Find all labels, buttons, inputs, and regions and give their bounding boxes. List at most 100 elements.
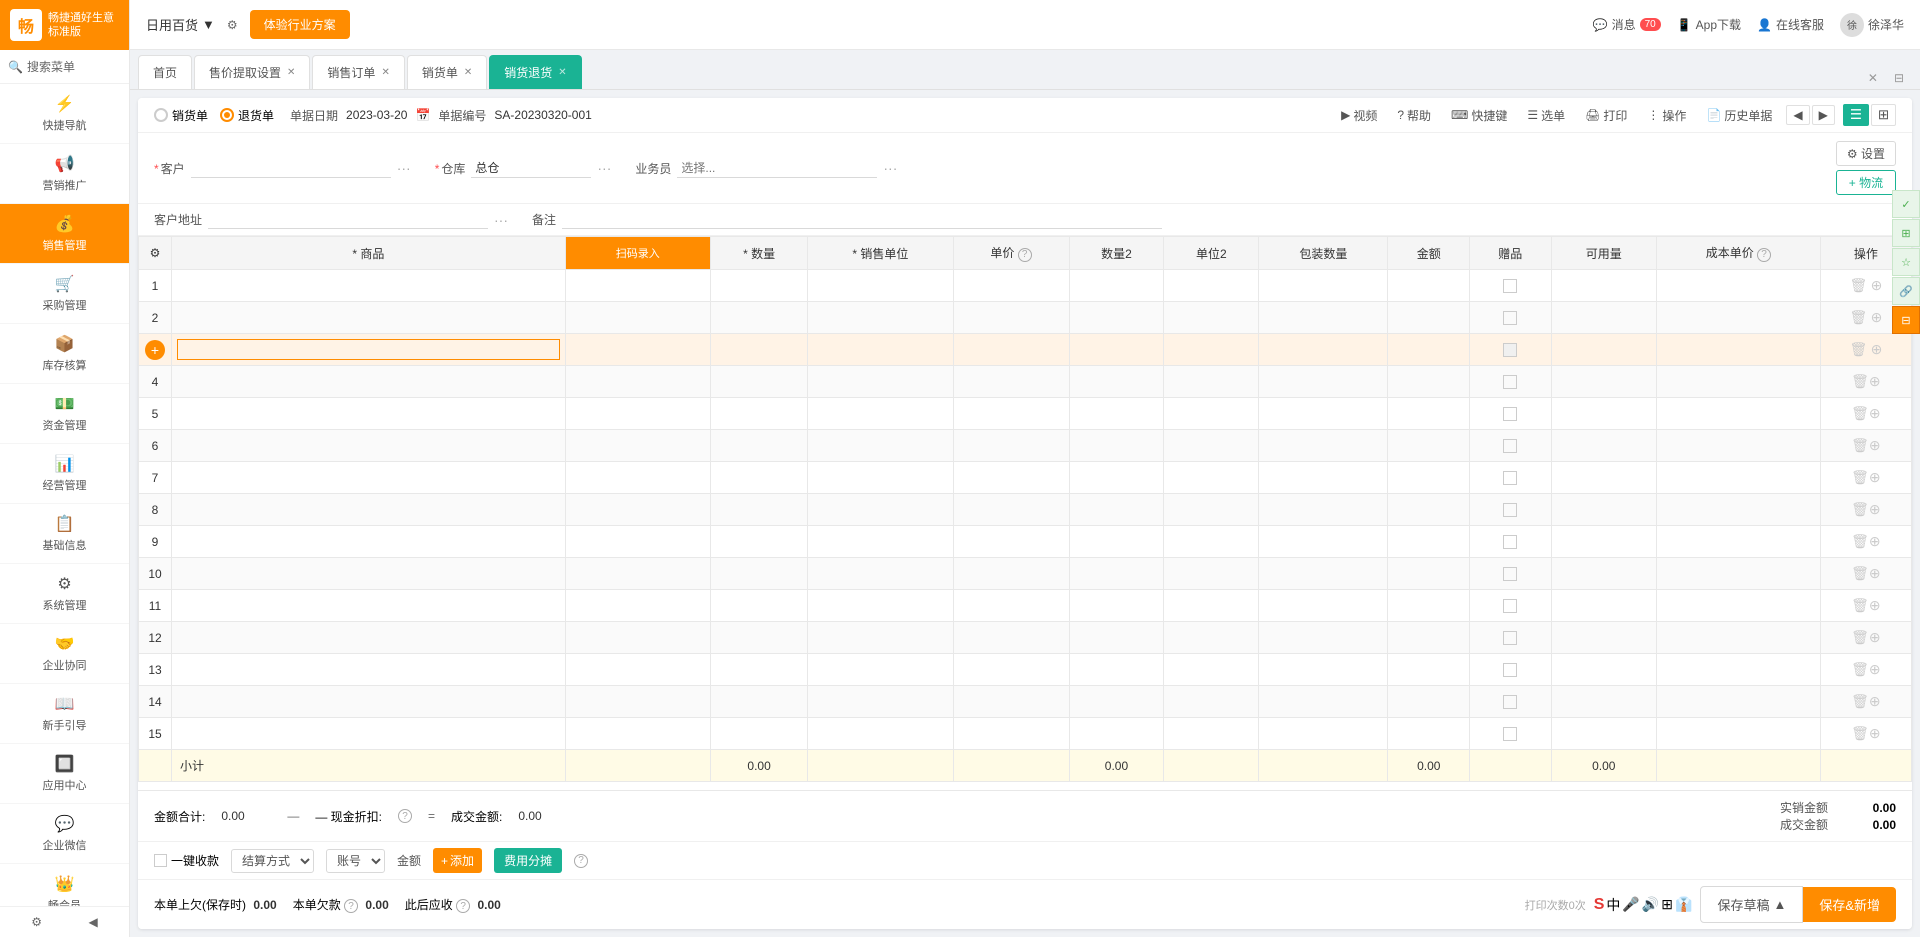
help-btn[interactable]: ? 帮助	[1391, 105, 1437, 126]
select-btn[interactable]: ☰ 选单	[1521, 105, 1571, 126]
gift-checkbox[interactable]	[1503, 567, 1517, 581]
tab-sales-order[interactable]: 销售订单 ✕	[312, 55, 404, 89]
copy-icon[interactable]: ⊕	[1869, 501, 1881, 517]
th-scan[interactable]: 扫码录入	[565, 237, 710, 270]
customer-picker-icon[interactable]: ···	[397, 160, 411, 176]
copy-icon[interactable]: ⊕	[1869, 469, 1881, 485]
unit2-cell[interactable]	[1164, 302, 1259, 334]
tab-expand-icon[interactable]: ⊟	[1886, 67, 1912, 89]
action-btn[interactable]: ⋮ 操作	[1641, 105, 1692, 126]
tab-price-setting[interactable]: 售价提取设置 ✕	[194, 55, 310, 89]
right-float-btn-4[interactable]: 🔗	[1892, 277, 1920, 305]
copy-icon[interactable]: ⊕	[1869, 693, 1881, 709]
next-btn[interactable]: ▶	[1812, 105, 1835, 125]
amount-cell[interactable]	[1388, 334, 1470, 366]
delete-icon[interactable]: 🗑	[1851, 629, 1869, 645]
gift-cell[interactable]	[1470, 270, 1552, 302]
copy-icon[interactable]: ⊕	[1869, 373, 1881, 389]
gift-checkbox[interactable]	[1503, 503, 1517, 517]
price-cell[interactable]	[953, 334, 1069, 366]
save-draft-button[interactable]: 保存草稿 ▲	[1700, 886, 1803, 923]
product-cell[interactable]	[172, 366, 566, 398]
sidebar-item-member[interactable]: 👑 畅会员	[0, 864, 129, 906]
right-float-btn-1[interactable]: ✓	[1892, 190, 1920, 218]
radio-sales-delivery[interactable]: 销货单	[154, 107, 208, 124]
gift-checkbox[interactable]	[1503, 599, 1517, 613]
sidebar-item-enterprise[interactable]: 🤝 企业协同	[0, 624, 129, 684]
delete-icon[interactable]: 🗑	[1849, 341, 1867, 357]
pack-qty-cell[interactable]	[1259, 270, 1388, 302]
unit2-cell[interactable]	[1164, 270, 1259, 302]
qty2-cell[interactable]	[1069, 302, 1164, 334]
unit-cell[interactable]	[808, 302, 953, 334]
delete-icon[interactable]: 🗑	[1849, 309, 1867, 325]
settings-icon[interactable]: ⚙	[31, 915, 42, 929]
account-select[interactable]: 账号	[326, 849, 385, 873]
tab-home[interactable]: 首页	[138, 55, 192, 89]
product-cell[interactable]	[172, 334, 566, 366]
amount-cell[interactable]	[1388, 302, 1470, 334]
sidebar-item-guide[interactable]: 📖 新手引导	[0, 684, 129, 744]
gift-checkbox[interactable]	[1503, 439, 1517, 453]
qty-cell[interactable]	[710, 334, 807, 366]
grid-view-btn[interactable]: ⊞	[1871, 104, 1896, 126]
logistics-button[interactable]: + 物流	[1836, 170, 1896, 195]
radio-sales-return[interactable]: 退货单	[220, 107, 274, 124]
delete-icon[interactable]: 🗑	[1851, 597, 1869, 613]
delete-icon[interactable]: 🗑	[1851, 693, 1869, 709]
delete-icon[interactable]: 🗑	[1851, 725, 1869, 741]
one-key-pay-checkbox[interactable]: 一键收款	[154, 852, 219, 869]
sidebar-item-basic-info[interactable]: 📋 基础信息	[0, 504, 129, 564]
note-input[interactable]	[562, 210, 1162, 229]
warehouse-input[interactable]	[471, 159, 591, 178]
delete-icon[interactable]: 🗑	[1851, 469, 1869, 485]
qty2-cell[interactable]	[1069, 334, 1164, 366]
copy-icon[interactable]: ⊕	[1869, 405, 1881, 421]
address-picker-icon[interactable]: ···	[494, 212, 508, 228]
delete-icon[interactable]: 🗑	[1851, 437, 1869, 453]
delete-icon[interactable]: 🗑	[1851, 533, 1869, 549]
fee-split-button[interactable]: 费用分摊	[494, 848, 562, 873]
price-cell[interactable]	[953, 270, 1069, 302]
tab-close-icon[interactable]: ✕	[464, 67, 472, 78]
price-cell[interactable]	[953, 302, 1069, 334]
qty2-cell[interactable]	[1069, 270, 1164, 302]
gift-checkbox[interactable]	[1503, 631, 1517, 645]
copy-icon[interactable]: ⊕	[1869, 565, 1881, 581]
app-download-item[interactable]: 📱 App下载	[1677, 16, 1741, 33]
print-btn[interactable]: 🖨 打印	[1579, 105, 1633, 126]
gift-cell[interactable]	[1470, 302, 1552, 334]
gift-checkbox[interactable]	[1503, 279, 1517, 293]
tab-close-all-icon[interactable]: ✕	[1860, 67, 1886, 89]
copy-icon[interactable]: ⊕	[1869, 533, 1881, 549]
qty-cell[interactable]	[710, 302, 807, 334]
settings-gear-icon[interactable]: ⚙	[227, 18, 238, 32]
sidebar-search[interactable]: 🔍 搜索菜单	[0, 50, 129, 84]
gift-checkbox[interactable]	[1503, 311, 1517, 325]
gift-checkbox[interactable]	[1503, 375, 1517, 389]
unit-cell[interactable]	[808, 334, 953, 366]
gift-checkbox[interactable]	[1503, 471, 1517, 485]
gift-checkbox[interactable]	[1503, 343, 1517, 357]
qty-cell[interactable]	[710, 270, 807, 302]
save-and-new-button[interactable]: 保存&新增	[1803, 887, 1896, 922]
right-float-btn-active[interactable]: ⊟	[1892, 306, 1920, 334]
sidebar-item-purchase[interactable]: 🛒 采购管理	[0, 264, 129, 324]
pack-qty-cell[interactable]	[1259, 302, 1388, 334]
copy-icon[interactable]: ⊕	[1869, 597, 1881, 613]
gift-cell[interactable]	[1470, 334, 1552, 366]
product-input[interactable]	[178, 340, 559, 359]
sidebar-item-inventory[interactable]: 📦 库存核算	[0, 324, 129, 384]
trial-button[interactable]: 体验行业方案	[250, 10, 350, 39]
sidebar-item-quick-nav[interactable]: ⚡ 快捷导航	[0, 84, 129, 144]
copy-icon[interactable]: ⊕	[1869, 725, 1881, 741]
warehouse-picker-icon[interactable]: ···	[597, 160, 611, 176]
prev-btn[interactable]: ◀	[1786, 105, 1809, 125]
right-float-btn-2[interactable]: ⊞	[1892, 219, 1920, 247]
sidebar-item-system[interactable]: ⚙ 系统管理	[0, 564, 129, 624]
tab-close-icon[interactable]: ✕	[287, 67, 295, 78]
staff-picker-icon[interactable]: ···	[883, 160, 897, 176]
gift-checkbox[interactable]	[1503, 407, 1517, 421]
list-view-btn[interactable]: ☰	[1843, 104, 1869, 126]
sidebar-item-finance[interactable]: 💵 资金管理	[0, 384, 129, 444]
